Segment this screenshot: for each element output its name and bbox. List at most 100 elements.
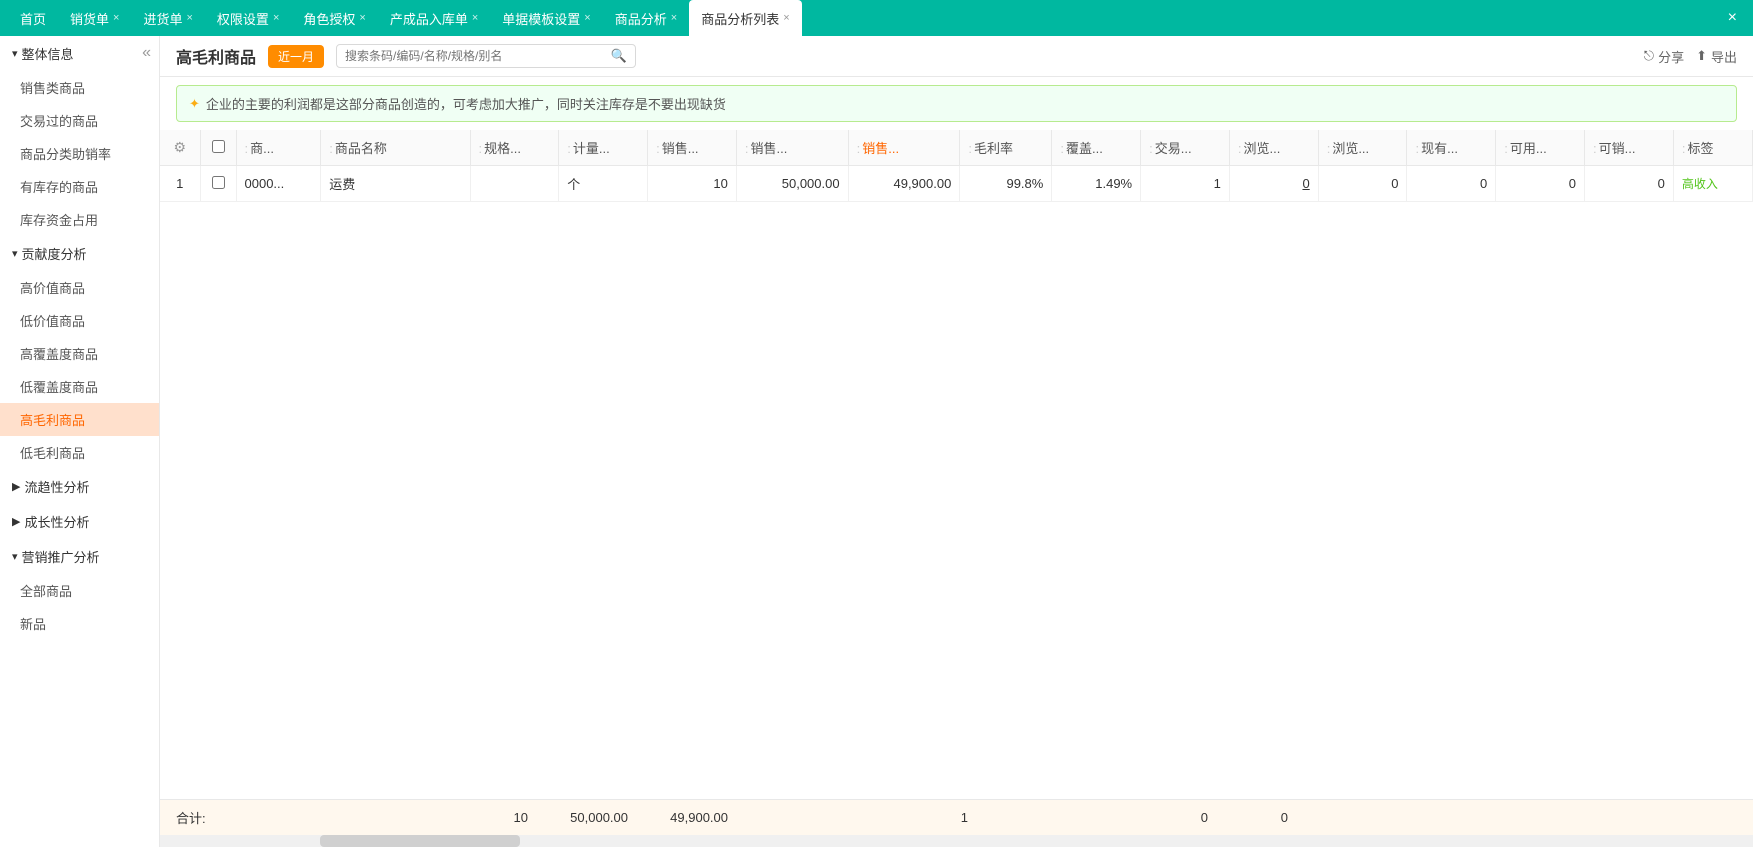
sidebar-item-low-coverage[interactable]: 低覆盖度商品 bbox=[0, 370, 159, 403]
sidebar-collapse-btn[interactable]: « bbox=[142, 44, 151, 62]
sidebar-item-all-products[interactable]: 全部商品 bbox=[0, 574, 159, 607]
sidebar-item-high-margin[interactable]: 高毛利商品 bbox=[0, 403, 159, 436]
cell-current-stock: 0 bbox=[1407, 166, 1496, 202]
col-name: :商品名称 bbox=[321, 130, 470, 166]
sidebar-item-inventory-capital[interactable]: 库存资金占用 bbox=[0, 203, 159, 236]
col-current-stock: :现有... bbox=[1407, 130, 1496, 166]
table-row: 1 0000... 运费 个 10 50,000.00 49,900.00 99… bbox=[160, 166, 1753, 202]
nav-close-permission[interactable]: × bbox=[273, 12, 279, 24]
cell-transactions: 1 bbox=[1141, 166, 1230, 202]
nav-close-role-auth[interactable]: × bbox=[359, 12, 365, 24]
nav-close-template[interactable]: × bbox=[584, 12, 590, 24]
cell-sales-profit: 49,900.00 bbox=[848, 166, 960, 202]
footer-transactions: 1 bbox=[896, 810, 976, 825]
nav-finished-goods[interactable]: 产成品入库单 × bbox=[378, 0, 490, 36]
sidebar-item-high-value[interactable]: 高价值商品 bbox=[0, 271, 159, 304]
cell-spec bbox=[470, 166, 559, 202]
footer-available-stock: 0 bbox=[1216, 810, 1296, 825]
table-body: 1 0000... 运费 个 10 50,000.00 49,900.00 99… bbox=[160, 166, 1753, 202]
col-gross-margin: :毛利率 bbox=[960, 130, 1052, 166]
export-btn[interactable]: ⬆ 导出 bbox=[1696, 47, 1737, 66]
share-btn[interactable]: ⎋ 分享 bbox=[1644, 47, 1684, 66]
filter-period-btn[interactable]: 近一月 bbox=[268, 45, 324, 68]
nav-sales-order[interactable]: 销货单 × bbox=[58, 0, 131, 36]
bottom-scroll-bar[interactable] bbox=[160, 835, 1753, 847]
footer-sales-profit: 49,900.00 bbox=[636, 810, 736, 825]
nav-purchase-order[interactable]: 进货单 × bbox=[131, 0, 204, 36]
row-checkbox[interactable] bbox=[212, 176, 225, 189]
page-title: 高毛利商品 bbox=[176, 44, 256, 68]
sidebar-group-marketing[interactable]: ▾ 营销推广分析 bbox=[0, 539, 159, 574]
col-sellable-stock: :可销... bbox=[1585, 130, 1674, 166]
footer-cells: 10 50,000.00 49,900.00 1 0 0 bbox=[296, 810, 1737, 825]
nav-product-analysis-list[interactable]: 商品分析列表 × bbox=[689, 0, 801, 36]
info-banner: ✦ 企业的主要的利润都是这部分商品创造的，可考虑加大推广，同时关注库存是不要出现… bbox=[176, 85, 1737, 122]
footer-current-stock: 0 bbox=[1136, 810, 1216, 825]
search-input[interactable] bbox=[345, 49, 607, 63]
table-wrap[interactable]: ⚙ :商... :商品名称 :规格... :计量... :销售... :销售..… bbox=[160, 130, 1753, 799]
sidebar-item-category-assist[interactable]: 商品分类助销率 bbox=[0, 137, 159, 170]
sidebar-group-contribution-arrow: ▾ bbox=[12, 247, 18, 260]
main-layout: « ▾ 整体信息 销售类商品 交易过的商品 商品分类助销率 有库存的商品 库存资… bbox=[0, 36, 1753, 847]
footer-sales-qty: 10 bbox=[456, 810, 536, 825]
search-icon[interactable]: 🔍 bbox=[611, 48, 627, 64]
sidebar-item-traded-products[interactable]: 交易过的商品 bbox=[0, 104, 159, 137]
sidebar-group-contribution[interactable]: ▾ 贡献度分析 bbox=[0, 236, 159, 271]
sidebar-group-growth[interactable]: ▶ 成长性分析 bbox=[0, 504, 159, 539]
header-actions: ⎋ 分享 ⬆ 导出 bbox=[1644, 47, 1737, 66]
nav-permission-settings[interactable]: 权限设置 × bbox=[205, 0, 291, 36]
tag-high-income: 高收入 bbox=[1682, 177, 1718, 191]
col-tag: :标签 bbox=[1673, 130, 1752, 166]
content-header: 高毛利商品 近一月 🔍 ⎋ 分享 ⬆ 导出 bbox=[160, 36, 1753, 77]
sidebar-item-low-value[interactable]: 低价值商品 bbox=[0, 304, 159, 337]
sidebar-item-low-margin[interactable]: 低毛利商品 bbox=[0, 436, 159, 469]
nav-close-finished-goods[interactable]: × bbox=[472, 12, 478, 24]
cell-name: 运费 bbox=[321, 166, 470, 202]
col-sales-qty: :销售... bbox=[648, 130, 737, 166]
cell-views1[interactable]: 0 bbox=[1229, 166, 1318, 202]
share-icon: ⎋ bbox=[1644, 48, 1654, 64]
footer-sales-amount: 50,000.00 bbox=[536, 810, 636, 825]
nav-product-analysis[interactable]: 商品分析 × bbox=[603, 0, 689, 36]
nav-template-settings[interactable]: 单据模板设置 × bbox=[490, 0, 602, 36]
col-sales-amount: :销售... bbox=[736, 130, 848, 166]
nav-close-purchase-order[interactable]: × bbox=[186, 12, 192, 24]
nav-close-product-analysis[interactable]: × bbox=[671, 12, 677, 24]
sidebar-item-high-coverage[interactable]: 高覆盖度商品 bbox=[0, 337, 159, 370]
cell-checkbox[interactable] bbox=[200, 166, 236, 202]
nav-close-all[interactable]: × bbox=[1720, 9, 1745, 27]
scroll-thumb[interactable] bbox=[320, 835, 520, 847]
footer-gross-margin bbox=[736, 810, 816, 825]
nav-close-product-analysis-list[interactable]: × bbox=[783, 12, 789, 24]
products-table: ⚙ :商... :商品名称 :规格... :计量... :销售... :销售..… bbox=[160, 130, 1753, 202]
nav-role-auth[interactable]: 角色授权 × bbox=[291, 0, 377, 36]
col-checkbox bbox=[200, 130, 236, 166]
info-icon: ✦ bbox=[189, 96, 200, 112]
col-available-stock: :可用... bbox=[1496, 130, 1585, 166]
sidebar-item-stocked-products[interactable]: 有库存的商品 bbox=[0, 170, 159, 203]
sidebar: « ▾ 整体信息 销售类商品 交易过的商品 商品分类助销率 有库存的商品 库存资… bbox=[0, 36, 160, 847]
nav-close-sales-order[interactable]: × bbox=[113, 12, 119, 24]
col-sales-profit: :销售... bbox=[848, 130, 960, 166]
sidebar-group-overview[interactable]: ▾ 整体信息 bbox=[0, 36, 159, 71]
sidebar-item-sales-products[interactable]: 销售类商品 bbox=[0, 71, 159, 104]
nav-home[interactable]: 首页 bbox=[8, 0, 58, 36]
select-all-checkbox[interactable] bbox=[212, 140, 225, 153]
cell-unit: 个 bbox=[559, 166, 648, 202]
sidebar-item-new-products[interactable]: 新品 bbox=[0, 607, 159, 640]
cell-sales-amount: 50,000.00 bbox=[736, 166, 848, 202]
sidebar-group-trend[interactable]: ▶ 流趋性分析 bbox=[0, 469, 159, 504]
sidebar-group-trend-arrow: ▶ bbox=[12, 480, 20, 493]
cell-index: 1 bbox=[160, 166, 200, 202]
col-settings[interactable]: ⚙ bbox=[160, 130, 200, 166]
col-unit: :计量... bbox=[559, 130, 648, 166]
cell-sales-qty: 10 bbox=[648, 166, 737, 202]
cell-sellable-stock: 0 bbox=[1585, 166, 1674, 202]
sidebar-group-marketing-arrow: ▾ bbox=[12, 550, 18, 563]
cell-gross-margin: 99.8% bbox=[960, 166, 1052, 202]
footer-coverage bbox=[816, 810, 896, 825]
content-area: 高毛利商品 近一月 🔍 ⎋ 分享 ⬆ 导出 ✦ 企业的主要的利润都是这部分商品创… bbox=[160, 36, 1753, 847]
cell-coverage: 1.49% bbox=[1052, 166, 1141, 202]
table-header-row: ⚙ :商... :商品名称 :规格... :计量... :销售... :销售..… bbox=[160, 130, 1753, 166]
settings-icon[interactable]: ⚙ bbox=[173, 139, 186, 155]
